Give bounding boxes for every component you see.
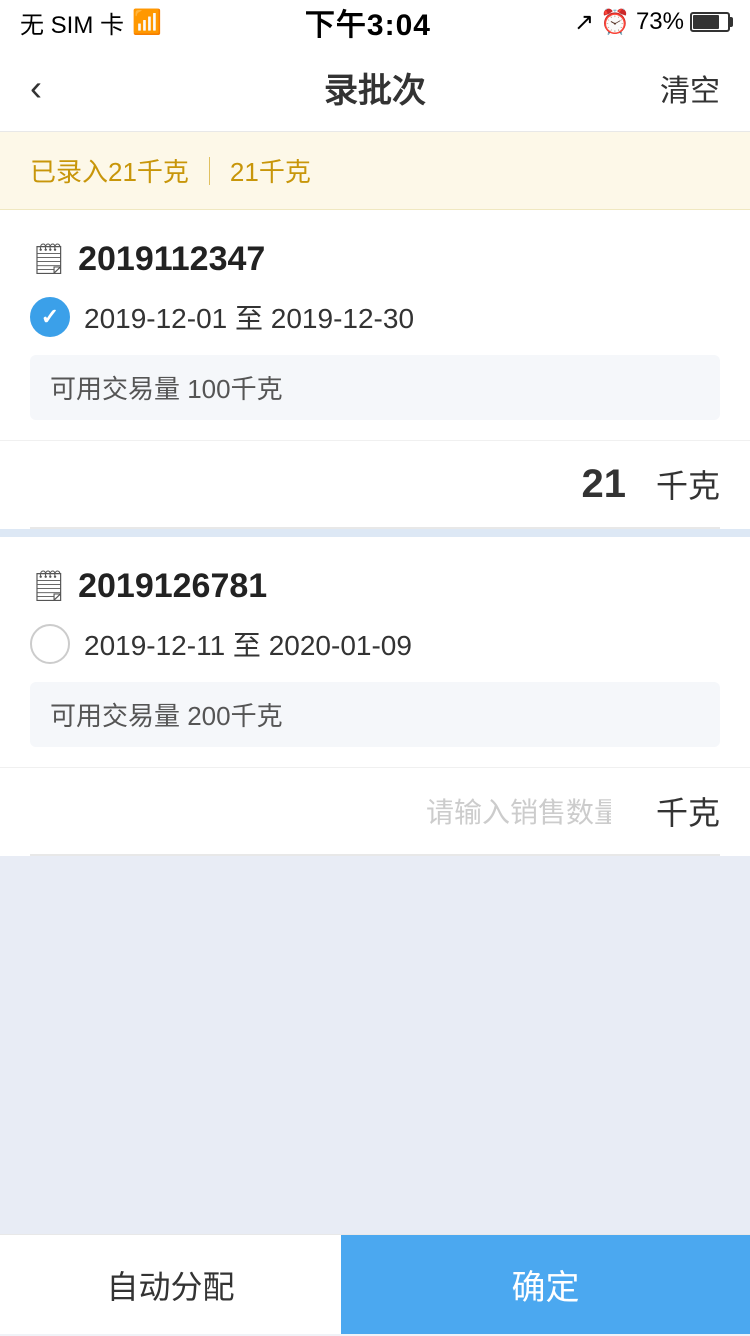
nav-bar: ‹ 录批次 清空 <box>0 44 750 132</box>
batch-2-radio[interactable] <box>30 624 70 664</box>
page-title: 录批次 <box>324 63 426 112</box>
bottom-bar: 自动分配 确定 <box>0 1234 750 1334</box>
batch-2-quantity-row: 千克 <box>0 767 750 854</box>
batch-1-header: 🗒 2019112347 <box>0 210 750 289</box>
battery-icon <box>690 12 730 32</box>
batch-item-2: 🗒 2019126781 2019-12-11 至 2020-01-09 可用交… <box>0 537 750 856</box>
status-bar: 无 SIM 卡 📶 下午3:04 ↗ ⏰ 73% <box>0 0 750 44</box>
batch-item-1: 🗒 2019112347 2019-12-01 至 2019-12-30 可用交… <box>0 210 750 529</box>
batch-1-quantity-row: 21 千克 <box>0 440 750 527</box>
status-left: 无 SIM 卡 📶 <box>20 5 162 40</box>
batch-2-quantity-unit: 千克 <box>656 788 720 834</box>
batch-2-date-row[interactable]: 2019-12-11 至 2020-01-09 <box>0 616 750 672</box>
alarm-icon: ⏰ <box>600 8 630 37</box>
info-banner: 已录入21千克 21千克 <box>0 132 750 210</box>
batch-1-id: 2019112347 <box>78 240 265 279</box>
batch-1-quantity-value: 21 <box>581 462 626 507</box>
batch-2-icon: 🗒 <box>30 569 68 604</box>
batch-1-avail: 可用交易量 100千克 <box>30 355 720 420</box>
battery-percent: 73% <box>636 8 684 36</box>
sim-label: 无 SIM 卡 <box>20 5 124 40</box>
batch-2-quantity-input[interactable] <box>426 793 626 830</box>
batch-2-header: 🗒 2019126781 <box>0 537 750 616</box>
page-content: 已录入21千克 21千克 🗒 2019112347 2019-12-01 至 2… <box>0 132 750 1336</box>
batch-2-id: 2019126781 <box>78 567 267 606</box>
batch-1-radio[interactable] <box>30 297 70 337</box>
total-amount: 21千克 <box>230 152 311 189</box>
empty-area <box>0 856 750 1236</box>
section-separator <box>0 529 750 537</box>
recorded-amount: 已录入21千克 <box>30 152 189 189</box>
auto-distribute-button[interactable]: 自动分配 <box>0 1235 341 1334</box>
batch-1-icon: 🗒 <box>30 242 68 277</box>
info-divider <box>209 157 210 185</box>
wifi-icon: 📶 <box>132 8 162 37</box>
batch-2-avail: 可用交易量 200千克 <box>30 682 720 747</box>
confirm-button[interactable]: 确定 <box>341 1235 750 1334</box>
batch-2-date: 2019-12-11 至 2020-01-09 <box>84 624 412 664</box>
batch-1-quantity-unit: 千克 <box>656 461 720 507</box>
batch-1-date-row[interactable]: 2019-12-01 至 2019-12-30 <box>0 289 750 345</box>
location-icon: ↗ <box>574 8 594 37</box>
clear-button[interactable]: 清空 <box>660 66 720 110</box>
back-button[interactable]: ‹ <box>30 67 90 109</box>
status-right: ↗ ⏰ 73% <box>574 8 730 37</box>
batch-1-date: 2019-12-01 至 2019-12-30 <box>84 297 414 337</box>
status-time: 下午3:04 <box>305 0 431 44</box>
